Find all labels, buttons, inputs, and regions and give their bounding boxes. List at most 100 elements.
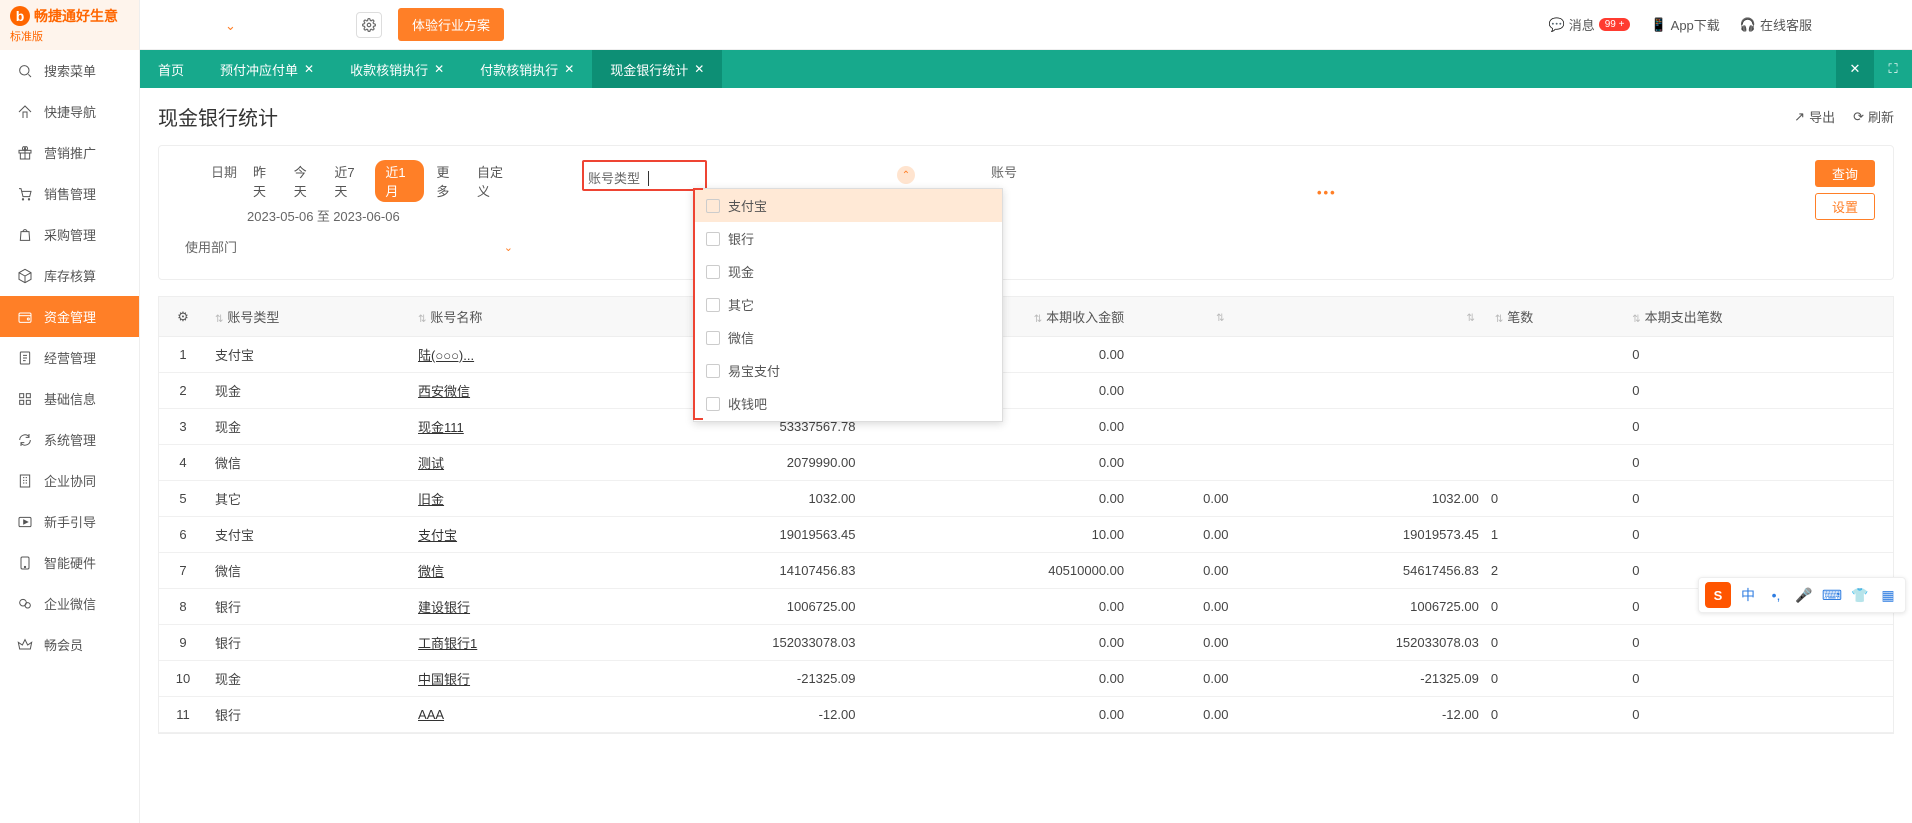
account-type-option-1[interactable]: 银行	[694, 222, 1002, 255]
user-avatar[interactable]	[1832, 15, 1892, 34]
date-option-1[interactable]: 今天	[288, 160, 323, 202]
refresh-button[interactable]: ⟳ 刷新	[1853, 107, 1894, 126]
sidebar-item-label: 营销推广	[44, 143, 96, 162]
account-type-option-4[interactable]: 微信	[694, 321, 1002, 354]
account-type-option-2[interactable]: 现金	[694, 255, 1002, 288]
date-option-0[interactable]: 昨天	[247, 160, 282, 202]
checkbox-icon[interactable]	[706, 265, 720, 279]
account-type-option-5[interactable]: 易宝支付	[694, 354, 1002, 387]
cell-pay-count: 0	[1624, 625, 1893, 661]
sidebar-item-6[interactable]: 资金管理	[0, 296, 139, 337]
date-option-4[interactable]: 更多	[430, 160, 465, 202]
sort-icon[interactable]: ⇅	[1216, 313, 1224, 324]
ime-lang-toggle[interactable]: 中	[1737, 584, 1759, 606]
sidebar-item-11[interactable]: 新手引导	[0, 501, 139, 542]
col-header-5[interactable]: ⇅	[1236, 297, 1486, 337]
checkbox-icon[interactable]	[706, 364, 720, 378]
messages-link[interactable]: 💬 消息 99 +	[1549, 15, 1631, 34]
account-type-option-7[interactable]: 长沙银行	[694, 420, 1002, 421]
wechat-icon	[16, 595, 34, 613]
cell-name-link[interactable]: AAA	[410, 697, 613, 733]
chevron-down-icon[interactable]: ⌄	[504, 241, 513, 254]
sidebar-item-2[interactable]: 营销推广	[0, 132, 139, 173]
close-icon[interactable]: ✕	[304, 62, 314, 76]
cell-name-link[interactable]: 现金111	[410, 409, 613, 445]
col-header-1[interactable]: ⇅账号名称	[410, 297, 613, 337]
checkbox-icon[interactable]	[706, 298, 720, 312]
close-icon[interactable]: ✕	[564, 62, 574, 76]
sidebar-item-3[interactable]: 销售管理	[0, 173, 139, 214]
filter-settings-button[interactable]: 设置	[1815, 193, 1875, 220]
ime-logo-icon[interactable]: S	[1705, 582, 1731, 608]
date-option-2[interactable]: 近7天	[328, 160, 369, 202]
account-type-collapse-icon[interactable]: ⌃	[897, 166, 915, 184]
more-filters-button[interactable]: •••	[1317, 185, 1337, 200]
ime-toolbox-icon[interactable]: ▦	[1877, 584, 1899, 606]
sidebar-item-14[interactable]: 畅会员	[0, 624, 139, 665]
col-header-0[interactable]: ⇅账号类型	[207, 297, 410, 337]
industry-solution-button[interactable]: 体验行业方案	[398, 8, 504, 41]
ime-mic-icon[interactable]: 🎤	[1793, 584, 1815, 606]
checkbox-icon[interactable]	[706, 397, 720, 411]
col-header-7[interactable]: ⇅本期支出笔数	[1624, 297, 1893, 337]
settings-icon[interactable]	[356, 12, 382, 38]
cell-name-link[interactable]: 测试	[410, 445, 613, 481]
sort-icon[interactable]: ⇅	[1495, 314, 1503, 325]
sort-icon[interactable]: ⇅	[1632, 314, 1640, 325]
ime-skin-icon[interactable]: 👕	[1849, 584, 1871, 606]
app-download-link[interactable]: 📱 App下载	[1650, 15, 1719, 34]
sidebar-item-8[interactable]: 基础信息	[0, 378, 139, 419]
tab-0[interactable]: 首页	[140, 50, 202, 88]
cell-name-link[interactable]: 支付宝	[410, 517, 613, 553]
sort-icon[interactable]: ⇅	[1034, 314, 1042, 325]
sidebar-item-0[interactable]: 搜索菜单	[0, 50, 139, 91]
account-type-filter[interactable]: 账号类型	[582, 160, 707, 191]
account-type-option-0[interactable]: 支付宝	[694, 189, 1002, 222]
query-button[interactable]: 查询	[1815, 160, 1875, 187]
tab-3[interactable]: 付款核销执行✕	[462, 50, 592, 88]
account-type-option-6[interactable]: 收钱吧	[694, 387, 1002, 420]
cell-name-link[interactable]: 中国银行	[410, 661, 613, 697]
online-service-link[interactable]: 🎧 在线客服	[1740, 15, 1812, 34]
sidebar-item-13[interactable]: 企业微信	[0, 583, 139, 624]
ime-punct-icon[interactable]: •,	[1765, 584, 1787, 606]
checkbox-icon[interactable]	[706, 232, 720, 246]
sidebar-item-5[interactable]: 库存核算	[0, 255, 139, 296]
close-all-tabs-button[interactable]: ✕	[1836, 50, 1874, 88]
tab-1[interactable]: 预付冲应付单✕	[202, 50, 332, 88]
close-icon[interactable]: ✕	[694, 62, 704, 76]
export-button[interactable]: ↗ 导出	[1794, 107, 1835, 126]
org-selector[interactable]: ⌄	[160, 15, 340, 34]
dept-input[interactable]	[247, 235, 517, 259]
sidebar-item-12[interactable]: 智能硬件	[0, 542, 139, 583]
cell-name-link[interactable]: 微信	[410, 553, 613, 589]
fullscreen-button[interactable]: ⛶	[1874, 50, 1912, 88]
sidebar-item-7[interactable]: 经营管理	[0, 337, 139, 378]
ime-keyboard-icon[interactable]: ⌨	[1821, 584, 1843, 606]
checkbox-icon[interactable]	[706, 331, 720, 345]
cell-name-link[interactable]: 建设银行	[410, 589, 613, 625]
close-icon[interactable]: ✕	[434, 62, 444, 76]
sidebar-item-9[interactable]: 系统管理	[0, 419, 139, 460]
account-type-option-3[interactable]: 其它	[694, 288, 1002, 321]
sort-icon[interactable]: ⇅	[418, 314, 426, 325]
date-option-3[interactable]: 近1月	[375, 160, 424, 202]
cell-name-link[interactable]: 旧金	[410, 481, 613, 517]
cell-c4: 152033078.03	[1236, 625, 1486, 661]
col-header-4[interactable]: ⇅	[1132, 297, 1236, 337]
date-option-5[interactable]: 自定义	[471, 160, 517, 202]
account-input[interactable]	[1027, 160, 1277, 184]
sidebar-item-10[interactable]: 企业协同	[0, 460, 139, 501]
cell-name-link[interactable]: 陆(○○○)...	[410, 337, 613, 373]
sort-icon[interactable]: ⇅	[1466, 313, 1474, 324]
tab-4[interactable]: 现金银行统计✕	[592, 50, 722, 88]
col-header-6[interactable]: ⇅笔数	[1487, 297, 1624, 337]
sidebar-item-1[interactable]: 快捷导航	[0, 91, 139, 132]
table-settings-column[interactable]: ⚙	[159, 297, 207, 337]
tab-2[interactable]: 收款核销执行✕	[332, 50, 462, 88]
cell-name-link[interactable]: 工商银行1	[410, 625, 613, 661]
sidebar-item-4[interactable]: 采购管理	[0, 214, 139, 255]
checkbox-icon[interactable]	[706, 199, 720, 213]
sort-icon[interactable]: ⇅	[215, 314, 223, 325]
cell-name-link[interactable]: 西安微信	[410, 373, 613, 409]
